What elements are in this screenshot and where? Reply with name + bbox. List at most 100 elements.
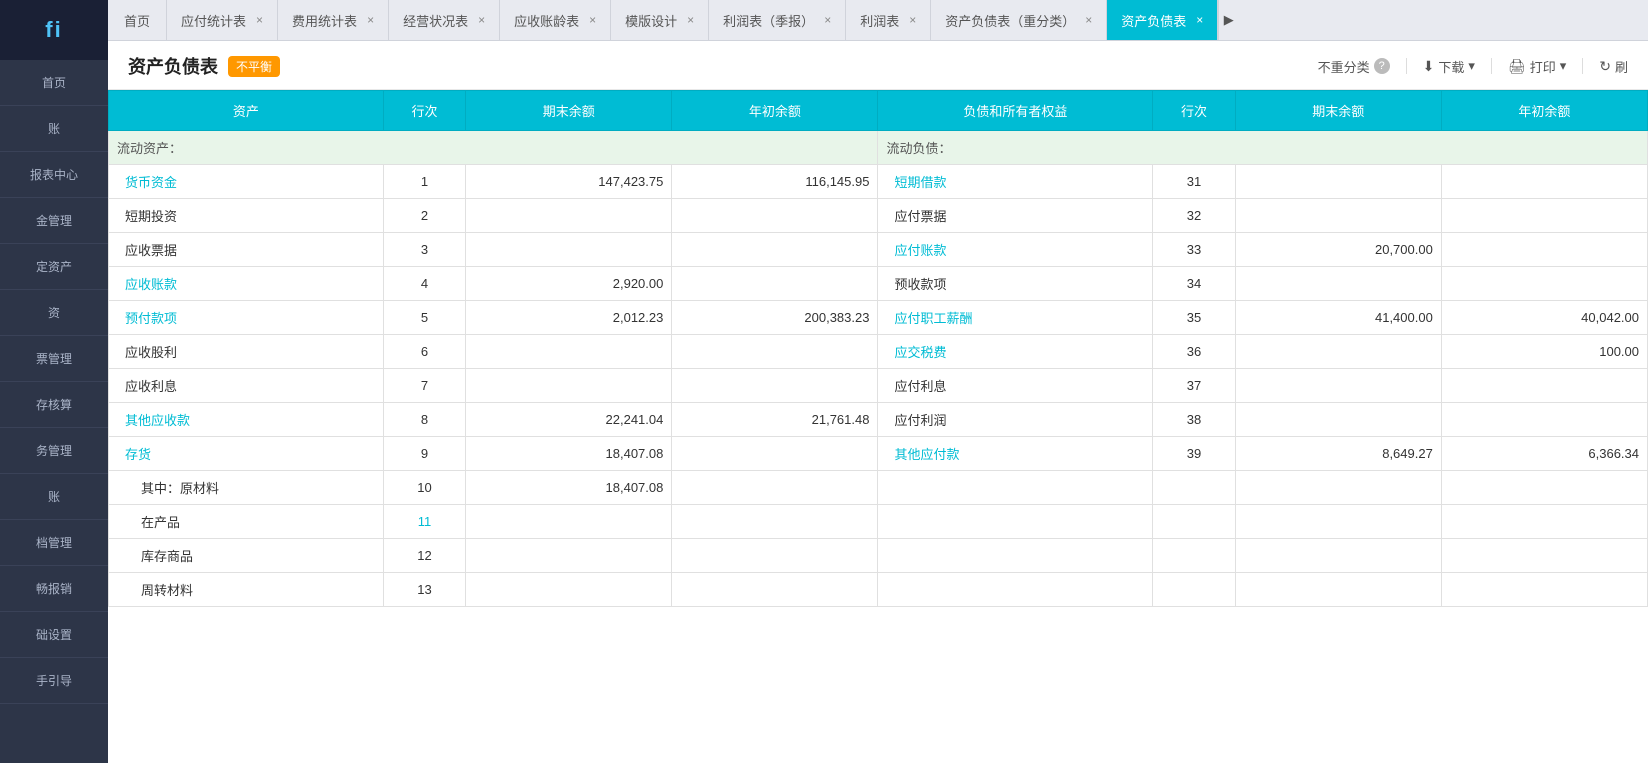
- tab-profit[interactable]: 利润表 ×: [846, 0, 931, 40]
- start-balance-l: [1441, 505, 1647, 539]
- asset-name[interactable]: 应收账款: [109, 267, 384, 301]
- asset-name[interactable]: 短期投资: [109, 199, 384, 233]
- group-label-liabilities: 流动负债：: [878, 131, 1648, 165]
- sidebar-item-settings[interactable]: 础设置: [0, 612, 108, 658]
- end-balance-l: [1235, 505, 1441, 539]
- sidebar-item-archive[interactable]: 档管理: [0, 520, 108, 566]
- sidebar-item-report-center[interactable]: 报表中心: [0, 152, 108, 198]
- sidebar-item-inventory[interactable]: 存核算: [0, 382, 108, 428]
- asset-name[interactable]: 周转材料: [109, 573, 384, 607]
- th-row-a: 行次: [383, 91, 465, 131]
- tab-expense-stats[interactable]: 费用统计表 ×: [278, 0, 389, 40]
- table-row: 其中：原材料 10 18,407.08: [109, 471, 1648, 505]
- asset-name[interactable]: 应收票据: [109, 233, 384, 267]
- start-balance-a: [672, 369, 878, 403]
- asset-name[interactable]: 存货: [109, 437, 384, 471]
- asset-name[interactable]: 其他应收款: [109, 403, 384, 437]
- main-content: 首页 应付统计表 × 费用统计表 × 经营状况表 × 应收账龄表 × 模版设计 …: [108, 0, 1648, 763]
- tab-profit-quarterly[interactable]: 利润表（季报） ×: [709, 0, 846, 40]
- page-title-area: 资产负债表 不平衡: [128, 53, 280, 79]
- start-balance-l: [1441, 471, 1647, 505]
- divider-2: [1491, 58, 1492, 74]
- asset-name[interactable]: 应收利息: [109, 369, 384, 403]
- table-row: 存货 9 18,407.08 其他应付款 39 8,649.27 6,366.3…: [109, 437, 1648, 471]
- liability-name[interactable]: 其他应付款: [878, 437, 1153, 471]
- sidebar-item-business[interactable]: 务管理: [0, 428, 108, 474]
- row-num-l: 39: [1153, 437, 1235, 471]
- end-balance-a: [466, 233, 672, 267]
- tab-scroll-right[interactable]: ▶: [1218, 0, 1238, 40]
- asset-name[interactable]: 在产品: [109, 505, 384, 539]
- refresh-button[interactable]: ↻ 刷: [1599, 57, 1628, 76]
- tab-close-template-design[interactable]: ×: [687, 13, 694, 27]
- start-balance-a: [672, 505, 878, 539]
- asset-name[interactable]: 预付款项: [109, 301, 384, 335]
- row-num-a: 10: [383, 471, 465, 505]
- asset-name[interactable]: 其中：原材料: [109, 471, 384, 505]
- liability-name[interactable]: 应交税费: [878, 335, 1153, 369]
- row-num-l: 35: [1153, 301, 1235, 335]
- liability-name[interactable]: 应付账款: [878, 233, 1153, 267]
- page-header: 资产负债表 不平衡 不重分类 ? ⬇ 下载 ▾ 🖨 打印 ▾ ↻: [108, 41, 1648, 90]
- liability-name[interactable]: 应付票据: [878, 199, 1153, 233]
- tab-home[interactable]: 首页: [108, 0, 167, 40]
- tab-close-payable-stats[interactable]: ×: [256, 13, 263, 27]
- row-num-a: 4: [383, 267, 465, 301]
- asset-name[interactable]: 应收股利: [109, 335, 384, 369]
- row-num-l: [1153, 505, 1235, 539]
- tab-close-balance-reclassified[interactable]: ×: [1085, 13, 1092, 27]
- end-balance-l: [1235, 335, 1441, 369]
- download-icon: ⬇: [1423, 58, 1435, 75]
- sidebar-item-capital[interactable]: 资: [0, 290, 108, 336]
- sidebar-item-ledger[interactable]: 账: [0, 474, 108, 520]
- tab-balance-sheet[interactable]: 资产负债表 ×: [1107, 0, 1218, 40]
- tab-template-design[interactable]: 模版设计 ×: [611, 0, 709, 40]
- tab-close-expense-stats[interactable]: ×: [367, 13, 374, 27]
- sidebar-item-ticket-management[interactable]: 票管理: [0, 336, 108, 382]
- end-balance-a: 22,241.04: [466, 403, 672, 437]
- table-header-row: 资产 行次 期末余额 年初余额 负债和所有者权益 行次 期末余额 年初余额: [109, 91, 1648, 131]
- end-balance-l: [1235, 199, 1441, 233]
- sidebar-item-home[interactable]: 首页: [0, 60, 108, 106]
- sidebar-item-guide[interactable]: 手引导: [0, 658, 108, 704]
- sidebar-item-expense[interactable]: 畅报销: [0, 566, 108, 612]
- download-button[interactable]: ⬇ 下载 ▾: [1423, 57, 1475, 76]
- end-balance-l: [1235, 539, 1441, 573]
- row-num-l: [1153, 573, 1235, 607]
- liability-name[interactable]: 短期借款: [878, 165, 1153, 199]
- tab-close-profit-quarterly[interactable]: ×: [824, 13, 831, 27]
- sidebar-item-fund-management[interactable]: 金管理: [0, 198, 108, 244]
- no-reclassify-button[interactable]: 不重分类 ?: [1318, 57, 1390, 76]
- liability-name[interactable]: 应付利润: [878, 403, 1153, 437]
- start-balance-a: [672, 573, 878, 607]
- tab-balance-reclassified[interactable]: 资产负债表（重分类） ×: [931, 0, 1107, 40]
- sidebar-item-fixed-assets[interactable]: 定资产: [0, 244, 108, 290]
- liability-name[interactable]: 应付利息: [878, 369, 1153, 403]
- tab-operation-status[interactable]: 经营状况表 ×: [389, 0, 500, 40]
- tab-close-balance-sheet[interactable]: ×: [1196, 13, 1203, 27]
- tab-close-operation-status[interactable]: ×: [478, 13, 485, 27]
- start-balance-l: [1441, 267, 1647, 301]
- end-balance-l: [1235, 165, 1441, 199]
- th-start-l: 年初余额: [1441, 91, 1647, 131]
- row-num-l: 38: [1153, 403, 1235, 437]
- print-button[interactable]: 🖨 打印 ▾: [1508, 57, 1566, 76]
- tab-receivable-aging[interactable]: 应收账龄表 ×: [500, 0, 611, 40]
- liability-name: [878, 539, 1153, 573]
- divider-3: [1582, 58, 1583, 74]
- tab-close-receivable-aging[interactable]: ×: [589, 13, 596, 27]
- asset-name[interactable]: 货币资金: [109, 165, 384, 199]
- end-balance-a: [466, 335, 672, 369]
- row-num-l: 36: [1153, 335, 1235, 369]
- liability-name[interactable]: 预收款项: [878, 267, 1153, 301]
- tab-close-profit[interactable]: ×: [909, 13, 916, 27]
- liability-name[interactable]: 应付职工薪酬: [878, 301, 1153, 335]
- help-icon[interactable]: ?: [1374, 58, 1390, 74]
- tab-bar: 首页 应付统计表 × 费用统计表 × 经营状况表 × 应收账龄表 × 模版设计 …: [108, 0, 1648, 41]
- th-start-a: 年初余额: [672, 91, 878, 131]
- asset-name[interactable]: 库存商品: [109, 539, 384, 573]
- end-balance-l: [1235, 403, 1441, 437]
- tab-payable-stats[interactable]: 应付统计表 ×: [167, 0, 278, 40]
- balance-sheet-table: 资产 行次 期末余额 年初余额 负债和所有者权益 行次 期末余额 年初余额 流动…: [108, 90, 1648, 607]
- sidebar-item-account[interactable]: 账: [0, 106, 108, 152]
